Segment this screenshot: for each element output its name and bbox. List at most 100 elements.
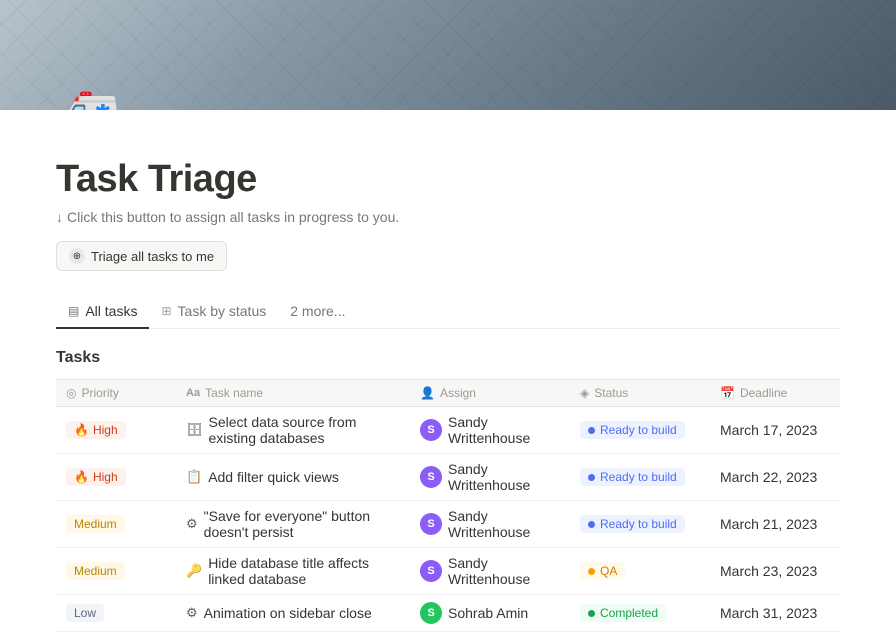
priority-value: Medium — [74, 517, 117, 531]
tab-all-tasks-label: All tasks — [85, 303, 137, 319]
assignee-cell: S Sohrab Amin — [410, 595, 570, 631]
task-name-text: Select data source from existing databas… — [209, 414, 400, 446]
task-name-text: Add filter quick views — [208, 469, 339, 485]
tabs-row: ▤ All tasks ⊞ Task by status 2 more... — [56, 295, 840, 329]
avatar: S — [420, 466, 442, 488]
task-name-cell: 🔑 Hide database title affects linked dat… — [176, 548, 410, 594]
status-badge: Completed — [580, 604, 666, 622]
assign-col-label: Assign — [440, 386, 476, 400]
task-name-cell: 📋 Add filter quick views — [176, 454, 410, 500]
tab-status-label: Task by status — [178, 303, 267, 319]
status-cell: QA — [570, 548, 710, 594]
status-cell: Ready to build — [570, 454, 710, 500]
assignee-cell: S Sandy Writtenhouse — [410, 454, 570, 500]
col-assign: 👤 Assign — [410, 380, 570, 406]
status-dot — [588, 427, 595, 434]
table-header: ◎ Priority Aa Task name 👤 Assign ◈ Statu… — [56, 379, 840, 407]
status-text: Completed — [600, 606, 658, 620]
tab-more[interactable]: 2 more... — [278, 295, 357, 329]
deadline-text: March 31, 2023 — [720, 605, 817, 621]
triage-button-label: Triage all tasks to me — [91, 249, 214, 264]
avatar: S — [420, 560, 442, 582]
priority-badge: 🔥 High — [66, 468, 126, 486]
status-dot — [588, 610, 595, 617]
task-type-icon: ⚙ — [186, 516, 198, 532]
status-col-icon: ◈ — [580, 386, 589, 400]
page-title: Task Triage — [56, 158, 840, 201]
priority-badge: 🔥 High — [66, 421, 126, 439]
assignee-name: Sandy Writtenhouse — [448, 461, 560, 493]
deadline-text: March 21, 2023 — [720, 516, 817, 532]
deadline-cell: March 21, 2023 — [710, 501, 840, 547]
tab-task-by-status[interactable]: ⊞ Task by status — [149, 295, 278, 329]
status-text: Ready to build — [600, 423, 677, 437]
col-priority: ◎ Priority — [56, 380, 176, 406]
triage-button-icon: ⊕ — [69, 248, 85, 264]
table-row[interactable]: Medium 🔑 Hide database title affects lin… — [56, 548, 840, 595]
priority-value: Medium — [74, 564, 117, 578]
table-section: Tasks ◎ Priority Aa Task name 👤 Assign ◈… — [0, 349, 896, 632]
task-name-text: Animation on sidebar close — [204, 605, 372, 621]
tab-more-label: 2 more... — [290, 303, 345, 319]
status-badge: QA — [580, 562, 625, 580]
status-dot — [588, 474, 595, 481]
assignee-cell: S Sandy Writtenhouse — [410, 501, 570, 547]
deadline-col-label: Deadline — [740, 386, 787, 400]
avatar: S — [420, 513, 442, 535]
priority-value: Low — [74, 606, 96, 620]
deadline-cell: March 31, 2023 — [710, 595, 840, 631]
status-dot — [588, 521, 595, 528]
taskname-col-icon: Aa — [186, 387, 200, 399]
task-type-icon: 🗄 — [186, 422, 203, 438]
status-text: QA — [600, 564, 617, 578]
priority-col-label: Priority — [81, 386, 118, 400]
priority-badge: Medium — [66, 562, 125, 580]
description-text: Click this button to assign all tasks in… — [67, 209, 399, 225]
table-row[interactable]: 🔥 High 📋 Add filter quick views S Sandy … — [56, 454, 840, 501]
hero-banner: 🚑 — [0, 0, 896, 110]
status-col-label: Status — [594, 386, 628, 400]
task-name-cell: ⚙ "Save for everyone" button doesn't per… — [176, 501, 410, 547]
deadline-cell: March 23, 2023 — [710, 548, 840, 594]
priority-badge: Low — [66, 604, 104, 622]
deadline-text: March 22, 2023 — [720, 469, 817, 485]
priority-cell: Medium — [56, 501, 176, 547]
status-text: Ready to build — [600, 517, 677, 531]
assignee-name: Sohrab Amin — [448, 605, 528, 621]
priority-col-icon: ◎ — [66, 386, 76, 400]
task-type-icon: ⚙ — [186, 605, 198, 621]
assignee-cell: S Sandy Writtenhouse — [410, 407, 570, 453]
assignee-name: Sandy Writtenhouse — [448, 508, 560, 540]
priority-cell: Low — [56, 595, 176, 631]
triage-all-button[interactable]: ⊕ Triage all tasks to me — [56, 241, 227, 271]
tab-status-icon: ⊞ — [161, 304, 171, 318]
deadline-cell: March 17, 2023 — [710, 407, 840, 453]
priority-value: High — [93, 470, 118, 484]
assignee-name: Sandy Writtenhouse — [448, 555, 560, 587]
task-name-text: "Save for everyone" button doesn't persi… — [204, 508, 400, 540]
deadline-text: March 23, 2023 — [720, 563, 817, 579]
table-row[interactable]: Medium ⚙ "Save for everyone" button does… — [56, 501, 840, 548]
taskname-col-label: Task name — [205, 386, 263, 400]
status-badge: Ready to build — [580, 468, 685, 486]
table-row[interactable]: Low ⚙ Animation on sidebar close S Sohra… — [56, 595, 840, 632]
status-cell: Completed — [570, 595, 710, 631]
table-row[interactable]: 🔥 High 🗄 Select data source from existin… — [56, 407, 840, 454]
col-task-name: Aa Task name — [176, 380, 410, 406]
priority-cell: 🔥 High — [56, 407, 176, 453]
task-type-icon: 📋 — [186, 469, 202, 485]
tasks-table: ◎ Priority Aa Task name 👤 Assign ◈ Statu… — [56, 379, 840, 632]
deadline-cell: March 22, 2023 — [710, 454, 840, 500]
status-badge: Ready to build — [580, 515, 685, 533]
task-name-text: Hide database title affects linked datab… — [208, 555, 400, 587]
assignee-cell: S Sandy Writtenhouse — [410, 548, 570, 594]
avatar: S — [420, 602, 442, 624]
tab-all-tasks[interactable]: ▤ All tasks — [56, 295, 149, 329]
deadline-text: March 17, 2023 — [720, 422, 817, 438]
status-badge: Ready to build — [580, 421, 685, 439]
page-description: ↓ Click this button to assign all tasks … — [56, 209, 840, 225]
task-name-cell: ⚙ Animation on sidebar close — [176, 595, 410, 631]
page-icon: 🚑 — [56, 88, 121, 110]
status-dot — [588, 568, 595, 575]
tab-all-tasks-icon: ▤ — [68, 304, 79, 318]
